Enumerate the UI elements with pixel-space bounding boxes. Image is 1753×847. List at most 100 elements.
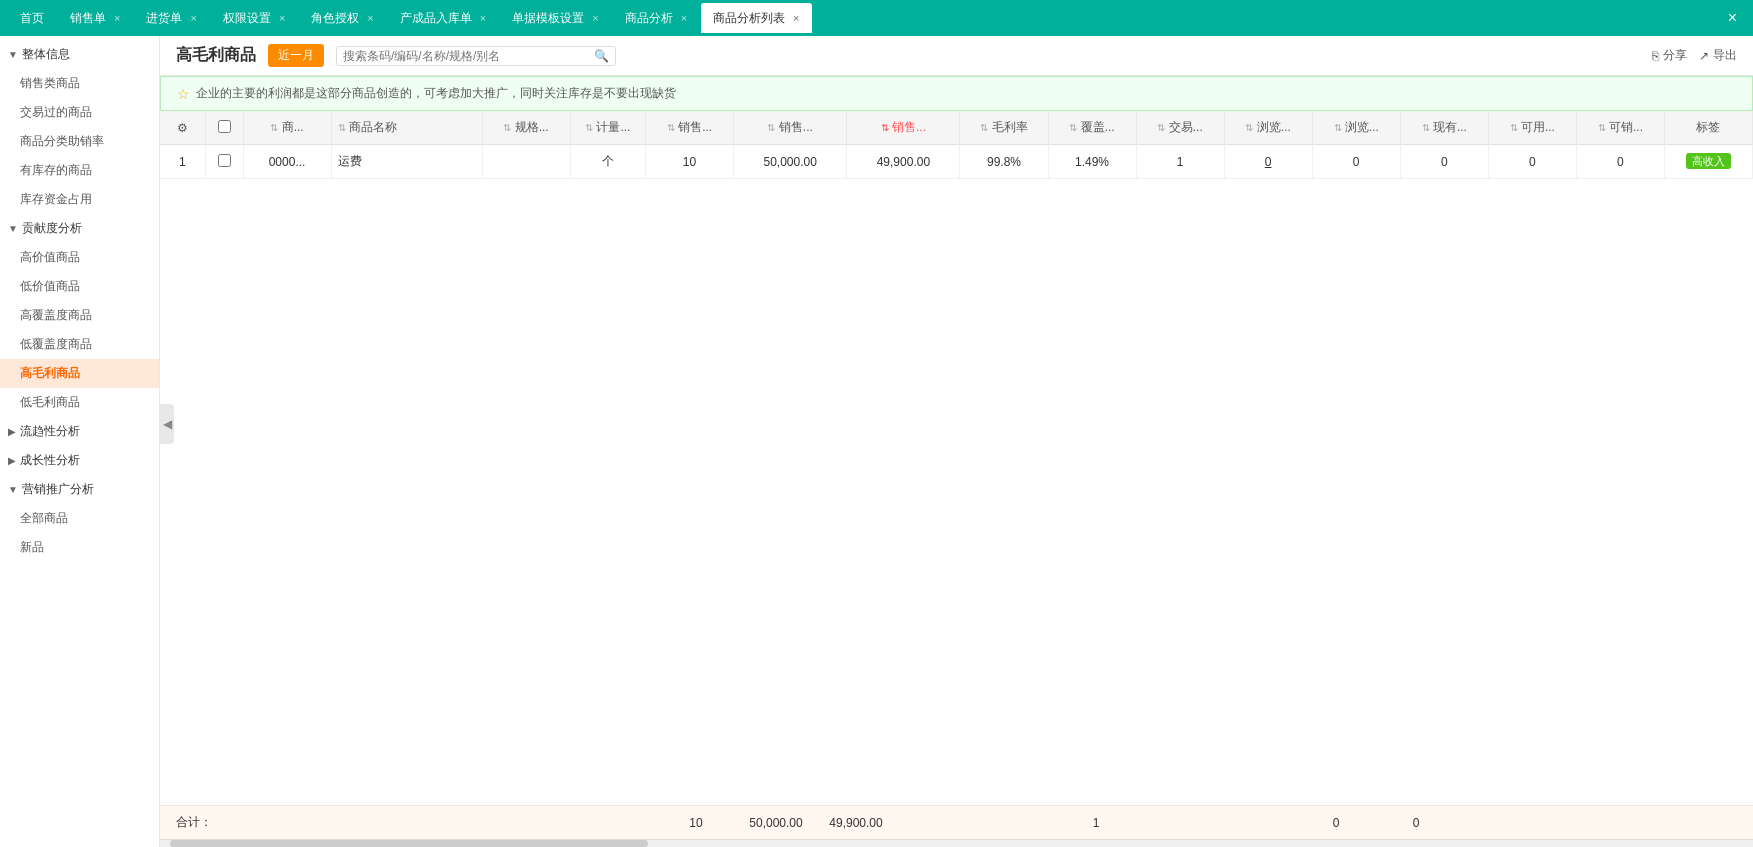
close-icon[interactable]: × xyxy=(114,12,120,24)
cell-unit: 个 xyxy=(570,145,645,179)
close-icon[interactable]: × xyxy=(793,12,799,24)
nav-tab-home[interactable]: 首页 xyxy=(8,3,56,33)
col-header-sales-qty: ⇅ 销售... xyxy=(646,111,734,145)
top-nav: 首页 销售单 × 进货单 × 权限设置 × 角色授权 × 产成品入库单 × 单据… xyxy=(0,0,1753,36)
sort-icon: ⇅ xyxy=(338,122,346,133)
close-icon[interactable]: × xyxy=(480,12,486,24)
sort-icon: ⇅ xyxy=(1069,122,1077,133)
content-area: 高毛利商品 近一月 🔍 ⎘ 分享 ↗ 导出 ☆ 企业的主要的利润都是这部分商品创… xyxy=(160,36,1753,847)
sidebar-item-high-coverage[interactable]: 高覆盖度商品 xyxy=(0,301,159,330)
cell-trade: 1 xyxy=(1136,145,1224,179)
sort-icon: ⇅ xyxy=(1422,122,1430,133)
chevron-right-icon: ▶ xyxy=(8,455,16,466)
sort-icon: ⇅ xyxy=(767,122,775,133)
close-all-button[interactable]: × xyxy=(1720,9,1745,27)
col-header-name: ⇅ 商品名称 xyxy=(331,111,482,145)
sidebar-group-growth[interactable]: ▶ 成长性分析 xyxy=(0,446,159,475)
close-icon[interactable]: × xyxy=(592,12,598,24)
sidebar-item-high-margin[interactable]: 高毛利商品 xyxy=(0,359,159,388)
col-header-code: ⇅ 商... xyxy=(243,111,331,145)
nav-tab-role[interactable]: 角色授权 × xyxy=(299,3,385,33)
close-icon[interactable]: × xyxy=(681,12,687,24)
sidebar-group-marketing[interactable]: ▼ 营销推广分析 xyxy=(0,475,159,504)
col-header-num: ⚙ xyxy=(160,111,205,145)
cell-browse1: 0 xyxy=(1224,145,1312,179)
sidebar-item-category-rate[interactable]: 商品分类助销率 xyxy=(0,127,159,156)
header-actions: ⎘ 分享 ↗ 导出 xyxy=(1652,47,1737,64)
horizontal-scrollbar[interactable] xyxy=(160,839,1753,847)
footer-cells: 10 50,000.00 49,900.00 1 0 0 xyxy=(256,816,1737,830)
settings-icon[interactable]: ⚙ xyxy=(177,121,188,135)
search-input[interactable] xyxy=(343,49,590,63)
col-header-trade: ⇅ 交易... xyxy=(1136,111,1224,145)
browse1-link[interactable]: 0 xyxy=(1265,155,1272,169)
sidebar-item-in-stock[interactable]: 有库存的商品 xyxy=(0,156,159,185)
footer-stock: 0 xyxy=(1296,816,1376,830)
cell-sell: 0 xyxy=(1576,145,1664,179)
tag-badge: 高收入 xyxy=(1686,153,1731,169)
row-checkbox[interactable] xyxy=(218,154,231,167)
nav-tab-analysis[interactable]: 商品分析 × xyxy=(613,3,699,33)
footer-label: 合计： xyxy=(176,814,256,831)
nav-tab-product-in[interactable]: 产成品入库单 × xyxy=(388,3,498,33)
cell-sales-qty: 10 xyxy=(646,145,734,179)
search-icon[interactable]: 🔍 xyxy=(594,49,609,63)
sort-icon: ⇅ xyxy=(1157,122,1165,133)
chevron-down-icon: ▼ xyxy=(8,484,18,495)
sidebar-item-sales-goods[interactable]: 销售类商品 xyxy=(0,69,159,98)
sidebar-item-low-coverage[interactable]: 低覆盖度商品 xyxy=(0,330,159,359)
sidebar-item-high-value[interactable]: 高价值商品 xyxy=(0,243,159,272)
nav-tab-purchase[interactable]: 进货单 × xyxy=(134,3,208,33)
sort-icon: ⇅ xyxy=(881,122,889,133)
close-icon[interactable]: × xyxy=(279,12,285,24)
footer-sales-qty: 10 xyxy=(656,816,736,830)
collapse-sidebar-button[interactable]: ◀ xyxy=(160,404,174,444)
sidebar: ▼ 整体信息 销售类商品 交易过的商品 商品分类助销率 有库存的商品 库存资金占… xyxy=(0,36,160,847)
footer-empty1 xyxy=(256,816,336,830)
search-box: 🔍 xyxy=(336,46,616,66)
sort-icon: ⇅ xyxy=(980,122,988,133)
nav-tab-analysis-list[interactable]: 商品分析列表 × xyxy=(701,3,811,33)
info-banner: ☆ 企业的主要的利润都是这部分商品创造的，可考虑加大推广，同时关注库存是不要出现… xyxy=(160,76,1753,111)
export-button[interactable]: ↗ 导出 xyxy=(1699,47,1737,64)
cell-sales-amt: 50,000.00 xyxy=(734,145,847,179)
close-icon[interactable]: × xyxy=(367,12,373,24)
sidebar-group-overall[interactable]: ▼ 整体信息 xyxy=(0,40,159,69)
sidebar-item-stock-capital[interactable]: 库存资金占用 xyxy=(0,185,159,214)
chevron-down-icon: ▼ xyxy=(8,223,18,234)
sidebar-item-low-value[interactable]: 低价值商品 xyxy=(0,272,159,301)
cell-code: 0000... xyxy=(243,145,331,179)
share-button[interactable]: ⎘ 分享 xyxy=(1652,47,1687,64)
footer-empty9 xyxy=(1216,816,1296,830)
footer-empty4 xyxy=(496,816,576,830)
chevron-right-icon: ▶ xyxy=(8,426,16,437)
col-header-gross-rate: ⇅ 毛利率 xyxy=(960,111,1048,145)
nav-tab-template[interactable]: 单据模板设置 × xyxy=(500,3,610,33)
sort-icon: ⇅ xyxy=(585,122,593,133)
sidebar-group-contribution[interactable]: ▼ 贡献度分析 xyxy=(0,214,159,243)
sidebar-item-all-goods[interactable]: 全部商品 xyxy=(0,504,159,533)
col-header-sales-cost: ⇅ 销售... xyxy=(847,111,960,145)
footer-empty3 xyxy=(416,816,496,830)
cell-name: 运费 xyxy=(331,145,482,179)
sidebar-item-new-goods[interactable]: 新品 xyxy=(0,533,159,562)
cell-spec xyxy=(482,145,570,179)
info-icon: ☆ xyxy=(177,86,190,102)
time-filter-button[interactable]: 近一月 xyxy=(268,44,324,67)
col-header-avail: ⇅ 可用... xyxy=(1488,111,1576,145)
chevron-left-icon: ◀ xyxy=(163,417,172,431)
close-icon[interactable]: × xyxy=(190,12,196,24)
sort-icon: ⇅ xyxy=(1334,122,1342,133)
main-layout: ▼ 整体信息 销售类商品 交易过的商品 商品分类助销率 有库存的商品 库存资金占… xyxy=(0,36,1753,847)
col-header-unit: ⇅ 计量... xyxy=(570,111,645,145)
col-header-cover: ⇅ 覆盖... xyxy=(1048,111,1136,145)
col-header-check xyxy=(205,111,243,145)
nav-tab-sales[interactable]: 销售单 × xyxy=(58,3,132,33)
sidebar-item-low-margin[interactable]: 低毛利商品 xyxy=(0,388,159,417)
col-header-spec: ⇅ 规格... xyxy=(482,111,570,145)
sidebar-group-trend[interactable]: ▶ 流趋性分析 xyxy=(0,417,159,446)
nav-tab-permission[interactable]: 权限设置 × xyxy=(211,3,297,33)
sidebar-item-traded-goods[interactable]: 交易过的商品 xyxy=(0,98,159,127)
cell-browse2: 0 xyxy=(1312,145,1400,179)
select-all-checkbox[interactable] xyxy=(218,120,231,133)
